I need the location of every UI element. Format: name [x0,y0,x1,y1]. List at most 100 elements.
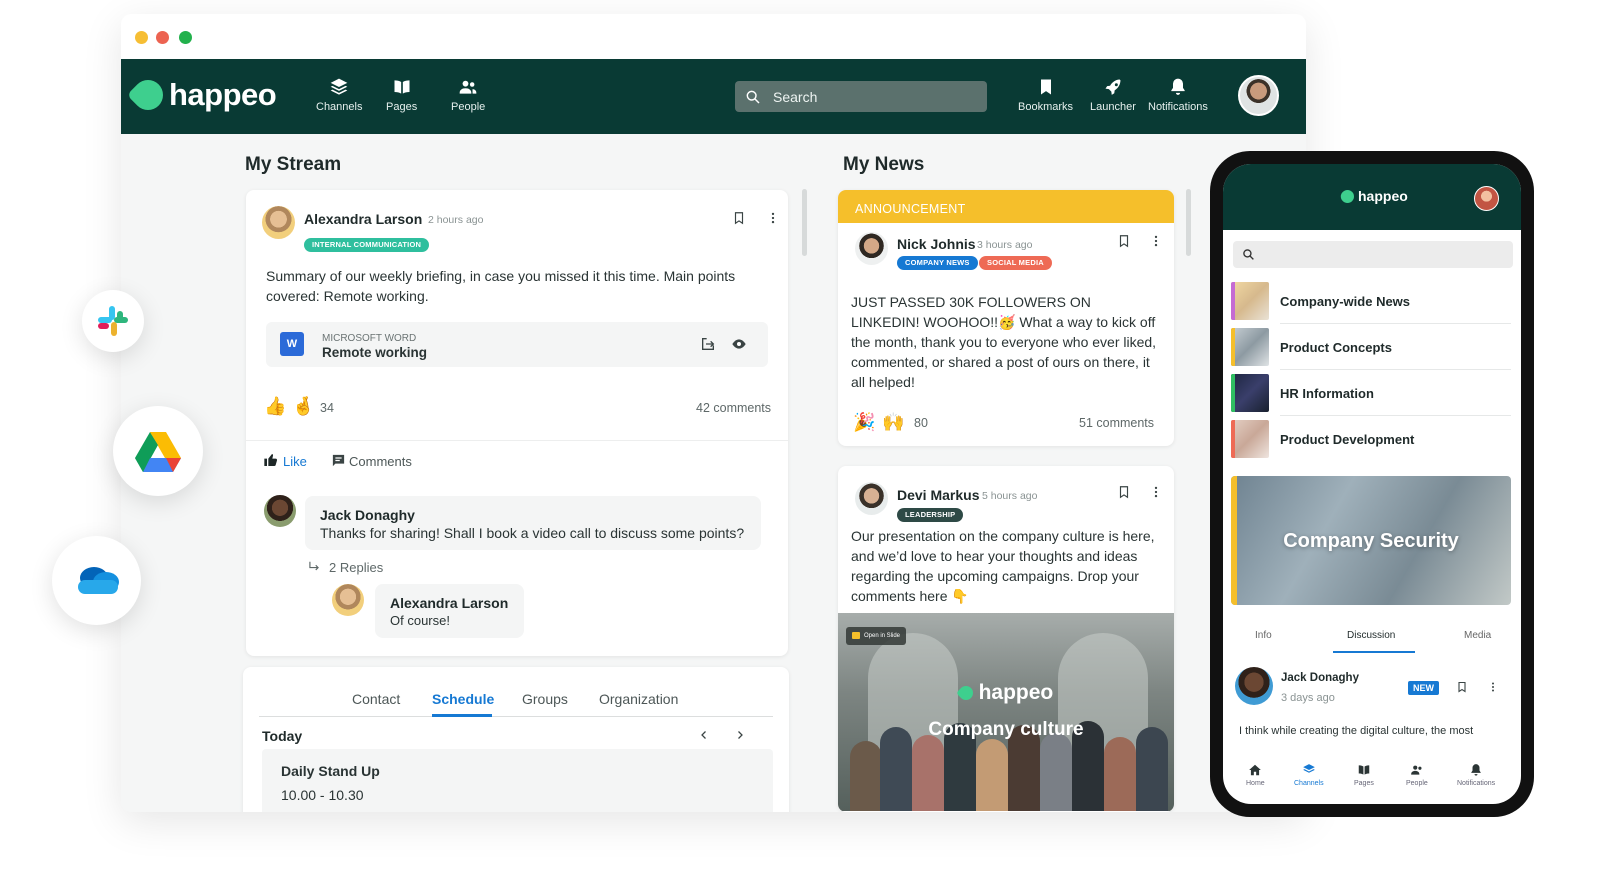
tab-schedule[interactable]: Schedule [432,691,494,707]
nav-launcher[interactable]: Launcher [1090,77,1136,113]
nav-channels[interactable]: Channels [316,77,362,113]
nav-pages[interactable]: Pages [386,77,417,113]
channel-item[interactable]: HR Information [1231,374,1511,416]
window-maximize-button[interactable] [179,31,192,44]
tab-info[interactable]: Info [1255,630,1272,641]
post-tag[interactable]: SOCIAL MEDIA [979,256,1052,270]
schedule-event[interactable]: Daily Stand Up 10.00 - 10.30 [262,749,773,812]
phone-search-bar[interactable] [1233,241,1513,268]
announcement-banner: ANNOUNCEMENT [838,190,1174,223]
bookmark-icon[interactable] [732,211,746,225]
nav-notifications[interactable]: Notifications [1148,77,1208,113]
bell-icon [1471,764,1481,776]
reaction-count: 34 [320,401,334,415]
more-options-icon[interactable] [1149,485,1163,499]
open-in-slide-button[interactable]: Open in Slide [846,627,907,645]
thumbs-up-reaction-icon[interactable]: 👍 [264,396,286,417]
open-external-icon[interactable] [700,336,716,352]
phone-nav-notifications[interactable]: Notifications [1457,763,1495,787]
post-tag[interactable]: LEADERSHIP [897,508,964,522]
nav-bookmarks[interactable]: Bookmarks [1018,77,1073,113]
comment-count[interactable]: 42 comments [696,401,771,415]
search-icon [1243,249,1254,260]
bookmark-icon[interactable] [1117,234,1131,248]
slack-icon [98,306,128,336]
phone-nav-pages[interactable]: Pages [1354,763,1374,787]
attachment-name: Remote working [322,345,428,360]
tab-discussion[interactable]: Discussion [1347,630,1395,641]
post-tag[interactable]: COMPANY NEWS [897,256,978,270]
phone-nav-channels[interactable]: Channels [1294,763,1324,787]
avatar[interactable] [264,495,296,527]
google-drive-integration[interactable] [113,406,203,496]
person-figure [1104,737,1136,811]
post-author[interactable]: Jack Donaghy [1281,672,1359,684]
more-options-icon[interactable] [1487,681,1499,693]
new-badge: NEW [1408,681,1439,695]
top-navigation-bar: happeo Channels Pages People Bookmarks L… [121,59,1306,134]
people-icon [459,80,477,94]
avatar[interactable] [1474,186,1499,211]
slack-integration[interactable] [82,290,144,352]
active-tab-indicator [1333,651,1415,653]
more-options-icon[interactable] [766,211,780,225]
bell-icon [1171,78,1185,95]
onedrive-integration[interactable] [52,536,141,625]
stream-scrollbar[interactable] [802,189,807,256]
tab-media[interactable]: Media [1464,630,1491,641]
eye-icon[interactable] [731,337,747,351]
crossed-fingers-reaction-icon[interactable]: 🤞 [292,396,314,417]
bookmark-icon[interactable] [1117,485,1131,499]
happeo-logo[interactable]: happeo [1338,186,1408,206]
comment-author[interactable]: Jack Donaghy [320,507,415,523]
browser-window: happeo Channels Pages People Bookmarks L… [121,14,1306,812]
channel-item[interactable]: .c1::before{background:#c56bd3} Company-… [1231,282,1511,324]
chevron-left-icon[interactable] [698,729,710,741]
channel-item[interactable]: Product Development [1231,420,1511,462]
window-close-button[interactable] [156,31,169,44]
window-minimize-button[interactable] [135,31,148,44]
channel-item[interactable]: Product Concepts [1231,328,1511,370]
avatar[interactable] [1235,667,1273,705]
replies-toggle[interactable]: 2 Replies [329,560,383,575]
nav-people[interactable]: People [451,77,485,113]
channel-color-bar [1231,328,1235,366]
reply-author[interactable]: Alexandra Larson [390,595,508,611]
more-options-icon[interactable] [1149,234,1163,248]
post-author[interactable]: Devi Markus [897,487,979,503]
comment-count[interactable]: 51 comments [1079,416,1154,430]
user-avatar[interactable] [1238,75,1279,116]
party-popper-reaction-icon[interactable]: 🎉 [853,412,875,433]
featured-channel-hero[interactable]: Company Security [1231,476,1511,605]
avatar[interactable] [262,206,295,239]
happeo-logo-mark [126,73,170,117]
post-author[interactable]: Nick Johnis [897,236,976,252]
post-time: 3 days ago [1281,692,1335,704]
avatar[interactable] [855,232,888,265]
channel-label: HR Information [1280,386,1374,401]
tab-contact[interactable]: Contact [352,691,400,707]
post-tag[interactable]: INTERNAL COMMUNICATION [304,238,430,252]
like-button[interactable]: Like [283,454,307,469]
phone-mockup: happeo .c1::before{background:#c56bd3} C… [1210,151,1534,817]
bookmark-icon[interactable] [1456,681,1468,693]
tab-organization[interactable]: Organization [599,691,678,707]
tab-groups[interactable]: Groups [522,691,568,707]
post-author[interactable]: Alexandra Larson [304,211,422,227]
avatar[interactable] [855,482,888,515]
comments-button[interactable]: Comments [349,454,412,469]
search-input[interactable] [773,88,963,105]
phone-nav-home[interactable]: Home [1246,763,1265,787]
avatar[interactable] [332,584,364,616]
presentation-preview[interactable]: Open in Slide happeo Company culture [838,613,1174,811]
my-news-title: My News [843,154,925,175]
raised-hands-reaction-icon[interactable]: 🙌 [882,412,904,433]
attachment-card[interactable]: W MICROSOFT WORD Remote working [266,322,768,367]
happeo-logo[interactable]: happeo [126,73,277,117]
news-scrollbar[interactable] [1186,189,1191,256]
chevron-right-icon[interactable] [734,729,746,741]
onedrive-icon [78,567,119,594]
phone-nav-people[interactable]: People [1406,763,1428,787]
search-bar[interactable] [735,81,987,112]
comment-text: Thanks for sharing! Shall I book a video… [320,525,745,541]
